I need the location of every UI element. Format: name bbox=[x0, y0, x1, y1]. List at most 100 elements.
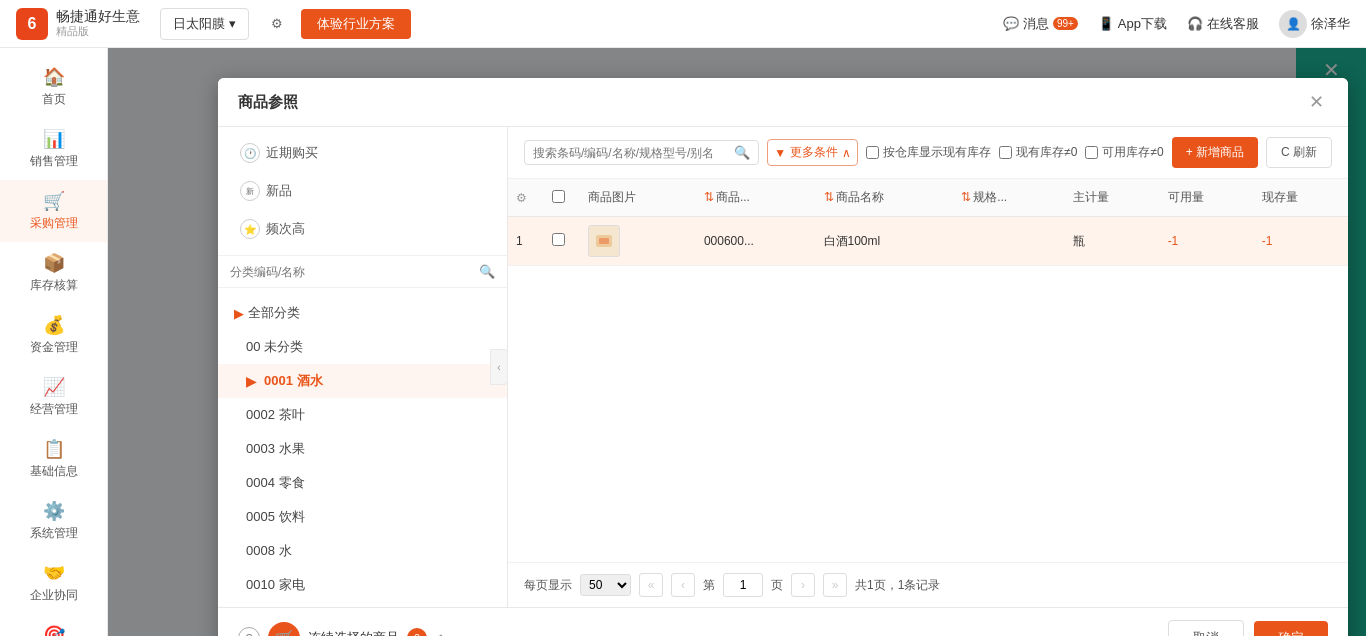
category-search-input[interactable] bbox=[230, 265, 473, 279]
sidebar-item-collab[interactable]: 🤝 企业协同 bbox=[0, 552, 107, 614]
sidebar-item-finance[interactable]: 💰 资金管理 bbox=[0, 304, 107, 366]
cart-label: 连续选择的商品 bbox=[308, 629, 399, 636]
nav-gear-icon[interactable]: ⚙ bbox=[261, 8, 293, 40]
available-stock-checkbox[interactable] bbox=[999, 146, 1012, 159]
sidebar-item-operations[interactable]: 📈 经营管理 bbox=[0, 366, 107, 428]
frequent-icon: ⭐ bbox=[240, 219, 260, 239]
category-water[interactable]: 0008 水 bbox=[218, 534, 507, 568]
nav-user[interactable]: 👤 徐泽华 bbox=[1279, 10, 1350, 38]
category-water-label: 0008 水 bbox=[246, 542, 292, 560]
row-name: 白酒100ml bbox=[816, 217, 954, 266]
sidebar-item-inventory[interactable]: 📦 库存核算 bbox=[0, 242, 107, 304]
product-thumb-icon bbox=[594, 231, 614, 251]
product-table-container: ⚙ 商品图片 ⇅商品... bbox=[508, 179, 1348, 562]
row-checkbox-cell bbox=[544, 217, 580, 266]
nav-recent-purchase[interactable]: 🕐 近期购买 bbox=[230, 137, 495, 169]
pagination-bar: 每页显示 20 50 100 « ‹ 第 页 › » 共1页，1条记录 bbox=[508, 562, 1348, 607]
category-search-icon[interactable]: 🔍 bbox=[479, 264, 495, 279]
available-stock-filter[interactable]: 现有库存≠0 bbox=[999, 144, 1077, 161]
logo-text-block: 畅捷通好生意 精品版 bbox=[56, 8, 140, 40]
modal-close-button[interactable]: ✕ bbox=[1304, 90, 1328, 114]
sidebar-item-home-label: 首页 bbox=[42, 91, 66, 108]
collapse-icon[interactable]: ∧ bbox=[435, 629, 447, 637]
category-snacks[interactable]: 0004 零食 bbox=[218, 466, 507, 500]
nav-online-service[interactable]: 🎧 在线客服 bbox=[1187, 15, 1259, 33]
sidebar-collapse-button[interactable]: ‹ bbox=[490, 349, 508, 385]
sidebar-item-basic-info[interactable]: 📋 基础信息 bbox=[0, 428, 107, 490]
warehouse-stock-checkbox[interactable] bbox=[866, 146, 879, 159]
help-icon[interactable]: ? bbox=[238, 627, 260, 636]
filter-chevron-icon: ∧ bbox=[842, 146, 851, 160]
page-size-select[interactable]: 20 50 100 bbox=[580, 574, 631, 596]
recent-purchase-icon: 🕐 bbox=[240, 143, 260, 163]
app-icon: 📱 bbox=[1098, 16, 1114, 31]
prev-page-button[interactable]: ‹ bbox=[671, 573, 695, 597]
table-row[interactable]: 1 bbox=[508, 217, 1348, 266]
cancel-button[interactable]: 取消 bbox=[1168, 620, 1244, 636]
modal-title: 商品参照 bbox=[238, 93, 298, 112]
page-number-input[interactable] bbox=[723, 573, 763, 597]
purchase-icon: 🛒 bbox=[43, 190, 65, 212]
col-image: 商品图片 bbox=[580, 179, 696, 217]
col-checkbox bbox=[544, 179, 580, 217]
logo-area: 6 畅捷通好生意 精品版 bbox=[16, 8, 140, 40]
select-all-checkbox[interactable] bbox=[552, 190, 565, 203]
filter-icon: ▼ bbox=[774, 146, 786, 160]
nav-app-download[interactable]: 📱 App下载 bbox=[1098, 15, 1167, 33]
category-all[interactable]: ▶ 全部分类 bbox=[218, 296, 507, 330]
finance-icon: 💰 bbox=[43, 314, 65, 336]
first-page-button[interactable]: « bbox=[639, 573, 663, 597]
sort-code-icon: ⇅ bbox=[704, 190, 714, 204]
nav-messages[interactable]: 💬 消息 99+ bbox=[1003, 15, 1078, 33]
nav-main-button[interactable]: 体验行业方案 bbox=[301, 9, 411, 39]
product-table: ⚙ 商品图片 ⇅商品... bbox=[508, 179, 1348, 266]
product-search-input[interactable] bbox=[533, 146, 728, 160]
add-product-button[interactable]: + 新增商品 bbox=[1172, 137, 1258, 168]
refresh-button[interactable]: C 刷新 bbox=[1266, 137, 1332, 168]
nav-frequent[interactable]: ⭐ 频次高 bbox=[230, 213, 495, 245]
warehouse-stock-filter[interactable]: 按仓库显示现有库存 bbox=[866, 144, 991, 161]
col-spec: ⇅规格... bbox=[953, 179, 1065, 217]
col-available: 可用量 bbox=[1160, 179, 1254, 217]
user-name: 徐泽华 bbox=[1311, 15, 1350, 33]
sidebar-item-home[interactable]: 🏠 首页 bbox=[0, 56, 107, 118]
cart-icon-button[interactable]: 🛒 bbox=[268, 622, 300, 636]
settings-col-icon[interactable]: ⚙ bbox=[516, 191, 527, 205]
product-search-icon[interactable]: 🔍 bbox=[734, 145, 750, 160]
category-liquor[interactable]: ▶ 0001 酒水 bbox=[218, 364, 507, 398]
product-reference-modal: 商品参照 ✕ 🕐 近期购买 新 新品 bbox=[218, 78, 1348, 636]
category-tea[interactable]: 0002 茶叶 bbox=[218, 398, 507, 432]
row-stock: -1 bbox=[1254, 217, 1348, 266]
usable-stock-filter[interactable]: 可用库存≠0 bbox=[1085, 144, 1163, 161]
sidebar-item-collab-label: 企业协同 bbox=[30, 587, 78, 604]
category-appliances-label: 0010 家电 bbox=[246, 576, 305, 594]
sidebar-item-system[interactable]: ⚙️ 系统管理 bbox=[0, 490, 107, 552]
sidebar-item-sales[interactable]: 📊 销售管理 bbox=[0, 118, 107, 180]
category-appliances[interactable]: 0010 家电 bbox=[218, 568, 507, 602]
category-drinks[interactable]: 0005 饮料 bbox=[218, 500, 507, 534]
row-unit: 瓶 bbox=[1065, 217, 1159, 266]
category-fruit[interactable]: 0003 水果 bbox=[218, 432, 507, 466]
next-page-button[interactable]: › bbox=[791, 573, 815, 597]
usable-stock-checkbox[interactable] bbox=[1085, 146, 1098, 159]
row-checkbox[interactable] bbox=[552, 233, 565, 246]
modal-footer: ? 🛒 连续选择的商品 0 ∧ 取消 确定 bbox=[218, 607, 1348, 636]
more-filter-button[interactable]: ▼ 更多条件 ∧ bbox=[767, 139, 858, 166]
last-page-button[interactable]: » bbox=[823, 573, 847, 597]
service-icon: 🎧 bbox=[1187, 16, 1203, 31]
filter-label: 更多条件 bbox=[790, 144, 838, 161]
nav-new-products[interactable]: 新 新品 bbox=[230, 175, 495, 207]
sidebar-item-guide[interactable]: 🎯 新手引导 bbox=[0, 614, 107, 636]
modal-right-content: 🔍 ▼ 更多条件 ∧ 按仓库显示现有库存 bbox=[508, 127, 1348, 607]
sidebar-item-operations-label: 经营管理 bbox=[30, 401, 78, 418]
nav-dropdown[interactable]: 日太阳膜 ▾ bbox=[160, 8, 249, 40]
category-all-arrow-icon: ▶ bbox=[234, 306, 244, 321]
category-unclassified[interactable]: 00 未分类 bbox=[218, 330, 507, 364]
main-layout: 🏠 首页 📊 销售管理 🛒 采购管理 📦 库存核算 💰 资金管理 📈 经营管理 … bbox=[0, 48, 1366, 636]
table-header-row: ⚙ 商品图片 ⇅商品... bbox=[508, 179, 1348, 217]
sidebar-item-purchase[interactable]: 🛒 采购管理 bbox=[0, 180, 107, 242]
user-avatar: 👤 bbox=[1279, 10, 1307, 38]
product-thumbnail bbox=[588, 225, 620, 257]
page-size-label: 每页显示 bbox=[524, 577, 572, 594]
confirm-button[interactable]: 确定 bbox=[1254, 621, 1328, 636]
